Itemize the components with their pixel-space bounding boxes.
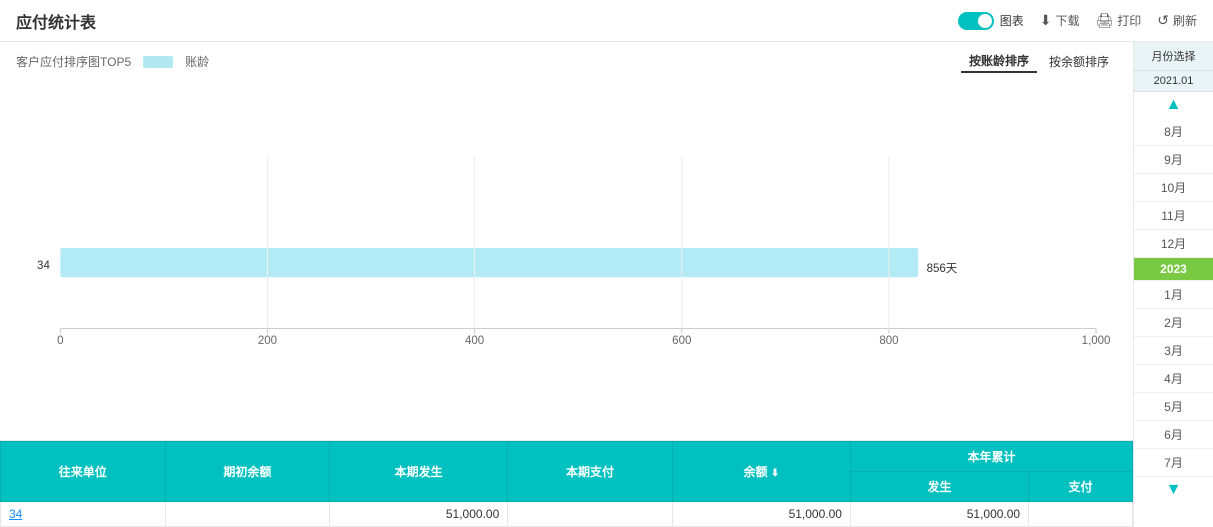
print-icon: 🖨: [1095, 12, 1113, 29]
toggle-switch[interactable]: [958, 12, 994, 30]
bar-chart: 34 856天 0 200 400 600 800 1,000: [8, 89, 1117, 432]
th-col1: 往来单位: [1, 442, 166, 502]
download-icon: ⬇: [1040, 12, 1052, 29]
svg-text:400: 400: [465, 335, 484, 347]
refresh-button[interactable]: ↺ 刷新: [1157, 12, 1197, 29]
sidebar-header: 月份选择: [1134, 42, 1213, 71]
table-section: 往来单位 期初余额 本期发生 本期支付 余额 ⬇ 本年累计 发生 支付: [0, 440, 1133, 527]
chart-section: 客户应付排序图TOP5 账龄 按账龄排序 按余额排序 34 856天: [0, 42, 1133, 527]
svg-text:856天: 856天: [927, 263, 958, 275]
th-col3: 本期发生: [330, 442, 508, 502]
th-col5: 余额 ⬇: [672, 442, 850, 502]
svg-text:200: 200: [258, 335, 277, 347]
sidebar-month-item[interactable]: 9月: [1134, 146, 1213, 174]
header-actions: 图表 ⬇ 下载 🖨 打印 ↺ 刷新: [958, 12, 1197, 30]
td-col1[interactable]: 34: [1, 502, 166, 527]
chart-header: 客户应付排序图TOP5 账龄 按账龄排序 按余额排序: [0, 42, 1133, 81]
sidebar-month-item[interactable]: 10月: [1134, 174, 1213, 202]
th-col7: 支付: [1029, 472, 1133, 502]
svg-text:1,000: 1,000: [1082, 335, 1111, 347]
sidebar-month-item[interactable]: 4月: [1134, 365, 1213, 393]
svg-text:34: 34: [37, 260, 50, 272]
td-col2: [165, 502, 330, 527]
sidebar-month-item[interactable]: 11月: [1134, 202, 1213, 230]
sidebar-month-item[interactable]: 2月: [1134, 309, 1213, 337]
sidebar-month-item[interactable]: 3月: [1134, 337, 1213, 365]
data-table: 往来单位 期初余额 本期发生 本期支付 余额 ⬇ 本年累计 发生 支付: [0, 441, 1133, 527]
scroll-down-arrow[interactable]: ▼: [1134, 477, 1213, 503]
legend-color-box: [143, 56, 173, 68]
table-row: 3451,000.0051,000.0051,000.00: [1, 502, 1133, 527]
chart-toggle[interactable]: 图表: [958, 12, 1024, 30]
legend-title: 客户应付排序图TOP5: [16, 53, 131, 70]
svg-text:0: 0: [57, 335, 63, 347]
download-label: 下载: [1055, 12, 1079, 29]
main-area: 客户应付排序图TOP5 账龄 按账龄排序 按余额排序 34 856天: [0, 42, 1213, 527]
td-col7: [1029, 502, 1133, 527]
scroll-up-arrow[interactable]: ▲: [1134, 92, 1213, 118]
page-title: 应付统计表: [16, 9, 96, 33]
legend-color-label: 账龄: [185, 53, 209, 70]
refresh-label: 刷新: [1173, 12, 1197, 29]
sidebar-month-item[interactable]: 7月: [1134, 449, 1213, 477]
sidebar-month-item[interactable]: 1月: [1134, 281, 1213, 309]
sidebar-month-item[interactable]: 12月: [1134, 230, 1213, 258]
th-col4: 本期支付: [508, 442, 673, 502]
download-button[interactable]: ⬇ 下载: [1040, 12, 1080, 29]
svg-text:600: 600: [672, 335, 691, 347]
print-button[interactable]: 🖨 打印: [1095, 12, 1141, 29]
th-col2: 期初余额: [165, 442, 330, 502]
td-col5: 51,000.00: [672, 502, 850, 527]
sidebar-month-item[interactable]: 6月: [1134, 421, 1213, 449]
chart-sort-buttons: 按账龄排序 按余额排序: [961, 50, 1117, 73]
sort-by-balance-button[interactable]: 按账龄排序: [961, 50, 1037, 73]
svg-text:800: 800: [879, 335, 898, 347]
right-sidebar: 月份选择 2021.01 ▲ 8月9月10月11月12月20231月2月3月4月…: [1133, 42, 1213, 527]
td-col4: [508, 502, 673, 527]
chart-legend: 客户应付排序图TOP5 账龄: [16, 53, 209, 70]
sidebar-month-item[interactable]: 5月: [1134, 393, 1213, 421]
sort-by-amount-button[interactable]: 按余额排序: [1041, 50, 1117, 73]
app-header: 应付统计表 图表 ⬇ 下载 🖨 打印 ↺ 刷新: [0, 0, 1213, 42]
print-label: 打印: [1117, 12, 1141, 29]
td-col6: 51,000.00: [850, 502, 1028, 527]
toggle-label: 图表: [1000, 12, 1024, 29]
refresh-icon: ↺: [1157, 12, 1169, 29]
th-group: 本年累计: [850, 442, 1132, 472]
sidebar-year-label: 2023: [1134, 258, 1213, 281]
sidebar-months: 8月9月10月11月12月20231月2月3月4月5月6月7月: [1134, 118, 1213, 477]
sidebar-month-item[interactable]: 8月: [1134, 118, 1213, 146]
sidebar-current-date[interactable]: 2021.01: [1134, 71, 1213, 92]
td-col3: 51,000.00: [330, 502, 508, 527]
th-col6: 发生: [850, 472, 1028, 502]
chart-area: 34 856天 0 200 400 600 800 1,000: [0, 81, 1133, 440]
